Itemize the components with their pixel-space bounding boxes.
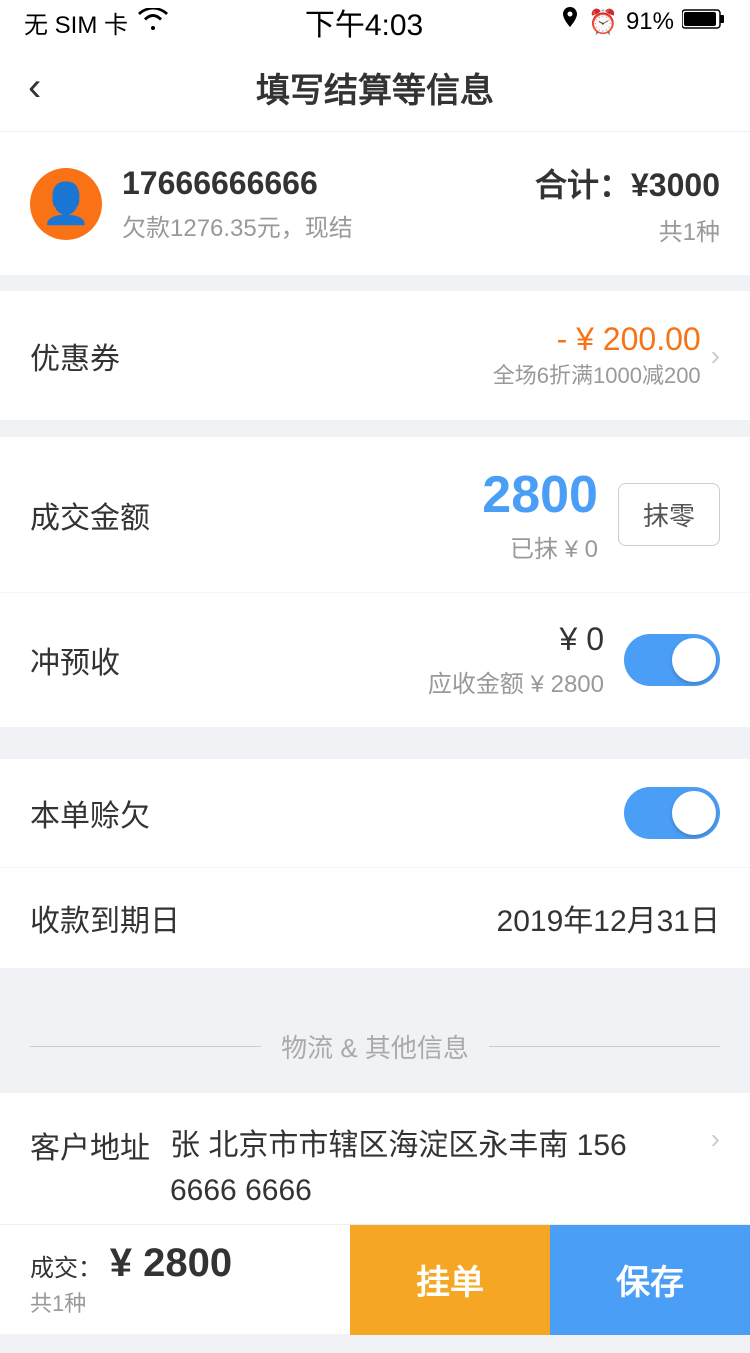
deal-amount-sub: 已抹 ¥ 0 bbox=[482, 529, 598, 564]
credit-label: 本单赊欠 bbox=[30, 791, 150, 835]
prepaid-amount: ¥ 0 bbox=[428, 621, 604, 658]
total-sub: 共1种 bbox=[535, 212, 720, 247]
deal-amount-label: 成交金额 bbox=[30, 493, 150, 537]
customer-left: 👤 17666666666 欠款1276.35元，现结 bbox=[30, 165, 353, 243]
coupon-row[interactable]: 优惠券 - ¥ 200.00 全场6折满1000减200 › bbox=[0, 291, 750, 421]
credit-row: 本单赊欠 bbox=[0, 759, 750, 868]
avatar-icon: 👤 bbox=[41, 180, 91, 227]
prepaid-label: 冲预收 bbox=[30, 638, 120, 682]
bottom-summary-label: 成交： bbox=[30, 1255, 102, 1282]
page-title: 填写结算等信息 bbox=[256, 63, 494, 112]
coupon-desc: 全场6折满1000减200 bbox=[493, 358, 701, 390]
address-chevron-icon: › bbox=[711, 1123, 720, 1155]
divider-2 bbox=[0, 743, 750, 759]
bottom-summary: 成交： ¥ 2800 共1种 bbox=[0, 1241, 350, 1318]
bottom-summary-sub: 共1种 bbox=[30, 1286, 320, 1318]
logistics-line-right bbox=[489, 1046, 720, 1047]
prepaid-toggle[interactable] bbox=[624, 634, 720, 686]
due-date-label: 收款到期日 bbox=[30, 896, 180, 940]
round-zero-button[interactable]: 抹零 bbox=[618, 483, 720, 546]
address-row[interactable]: 客户地址 张 北京市市辖区海淀区永丰南 156 6666 6666 › bbox=[0, 1093, 750, 1243]
battery-icon bbox=[682, 8, 726, 37]
coupon-right: - ¥ 200.00 全场6折满1000减200 › bbox=[493, 321, 720, 390]
due-date-row: 收款到期日 2019年12月31日 bbox=[0, 868, 750, 968]
customer-sub: 欠款1276.35元，现结 bbox=[122, 208, 353, 243]
customer-phone: 17666666666 bbox=[122, 165, 353, 202]
bottom-summary-amount: ¥ 2800 bbox=[110, 1241, 232, 1285]
coupon-discount: - ¥ 200.00 bbox=[493, 321, 701, 358]
credit-toggle[interactable] bbox=[624, 787, 720, 839]
status-bar: 无 SIM 卡 下午4:03 ⏰ 91% bbox=[0, 0, 750, 44]
location-icon bbox=[560, 7, 580, 38]
address-value: 张 北京市市辖区海淀区永丰南 156 6666 6666 bbox=[170, 1123, 701, 1213]
customer-info-section: 👤 17666666666 欠款1276.35元，现结 合计：¥3000 共1种 bbox=[0, 132, 750, 275]
save-button[interactable]: 保存 bbox=[550, 1225, 750, 1335]
nav-bar: ‹ 填写结算等信息 bbox=[0, 44, 750, 132]
wifi-icon bbox=[138, 8, 168, 37]
logistics-line-left bbox=[30, 1046, 261, 1047]
status-right: ⏰ 91% bbox=[560, 7, 726, 38]
chevron-right-icon: › bbox=[711, 340, 720, 372]
carrier-label: 无 SIM 卡 bbox=[24, 5, 128, 40]
back-button[interactable]: ‹ bbox=[28, 65, 41, 110]
total-amount: 合计：¥3000 bbox=[535, 160, 720, 206]
avatar: 👤 bbox=[30, 168, 102, 240]
battery-label: 91% bbox=[626, 8, 674, 36]
coupon-label: 优惠券 bbox=[30, 334, 120, 378]
deal-amount-value: 2800 bbox=[482, 465, 598, 525]
credit-section: 本单赊欠 收款到期日 2019年12月31日 bbox=[0, 759, 750, 968]
logistics-label: 物流 & 其他信息 bbox=[281, 1028, 469, 1065]
customer-right: 合计：¥3000 共1种 bbox=[535, 160, 720, 247]
divider-3 bbox=[0, 984, 750, 1000]
bottom-summary-row: 成交： ¥ 2800 bbox=[30, 1241, 320, 1286]
divider-1 bbox=[0, 421, 750, 437]
hold-button[interactable]: 挂单 bbox=[350, 1225, 550, 1335]
alarm-icon: ⏰ bbox=[588, 8, 618, 37]
deal-amount-value-group: 2800 已抹 ¥ 0 抹零 bbox=[482, 465, 720, 564]
bottom-bar: 成交： ¥ 2800 共1种 挂单 保存 bbox=[0, 1224, 750, 1334]
prepaid-right: ¥ 0 应收金额 ¥ 2800 bbox=[428, 621, 604, 699]
logistics-header: 物流 & 其他信息 bbox=[0, 1000, 750, 1093]
deal-amount-row: 成交金额 2800 已抹 ¥ 0 抹零 bbox=[0, 437, 750, 593]
status-time: 下午4:03 bbox=[305, 0, 423, 44]
status-left: 无 SIM 卡 bbox=[24, 5, 168, 40]
customer-row: 👤 17666666666 欠款1276.35元，现结 合计：¥3000 共1种 bbox=[30, 160, 720, 247]
prepaid-sub: 应收金额 ¥ 2800 bbox=[428, 664, 604, 699]
due-date-value: 2019年12月31日 bbox=[497, 896, 720, 940]
address-label: 客户地址 bbox=[30, 1123, 150, 1167]
customer-info: 17666666666 欠款1276.35元，现结 bbox=[122, 165, 353, 243]
deal-section: 成交金额 2800 已抹 ¥ 0 抹零 冲预收 ¥ 0 应收金额 ¥ 2800 bbox=[0, 437, 750, 727]
prepaid-row: 冲预收 ¥ 0 应收金额 ¥ 2800 bbox=[0, 593, 750, 727]
